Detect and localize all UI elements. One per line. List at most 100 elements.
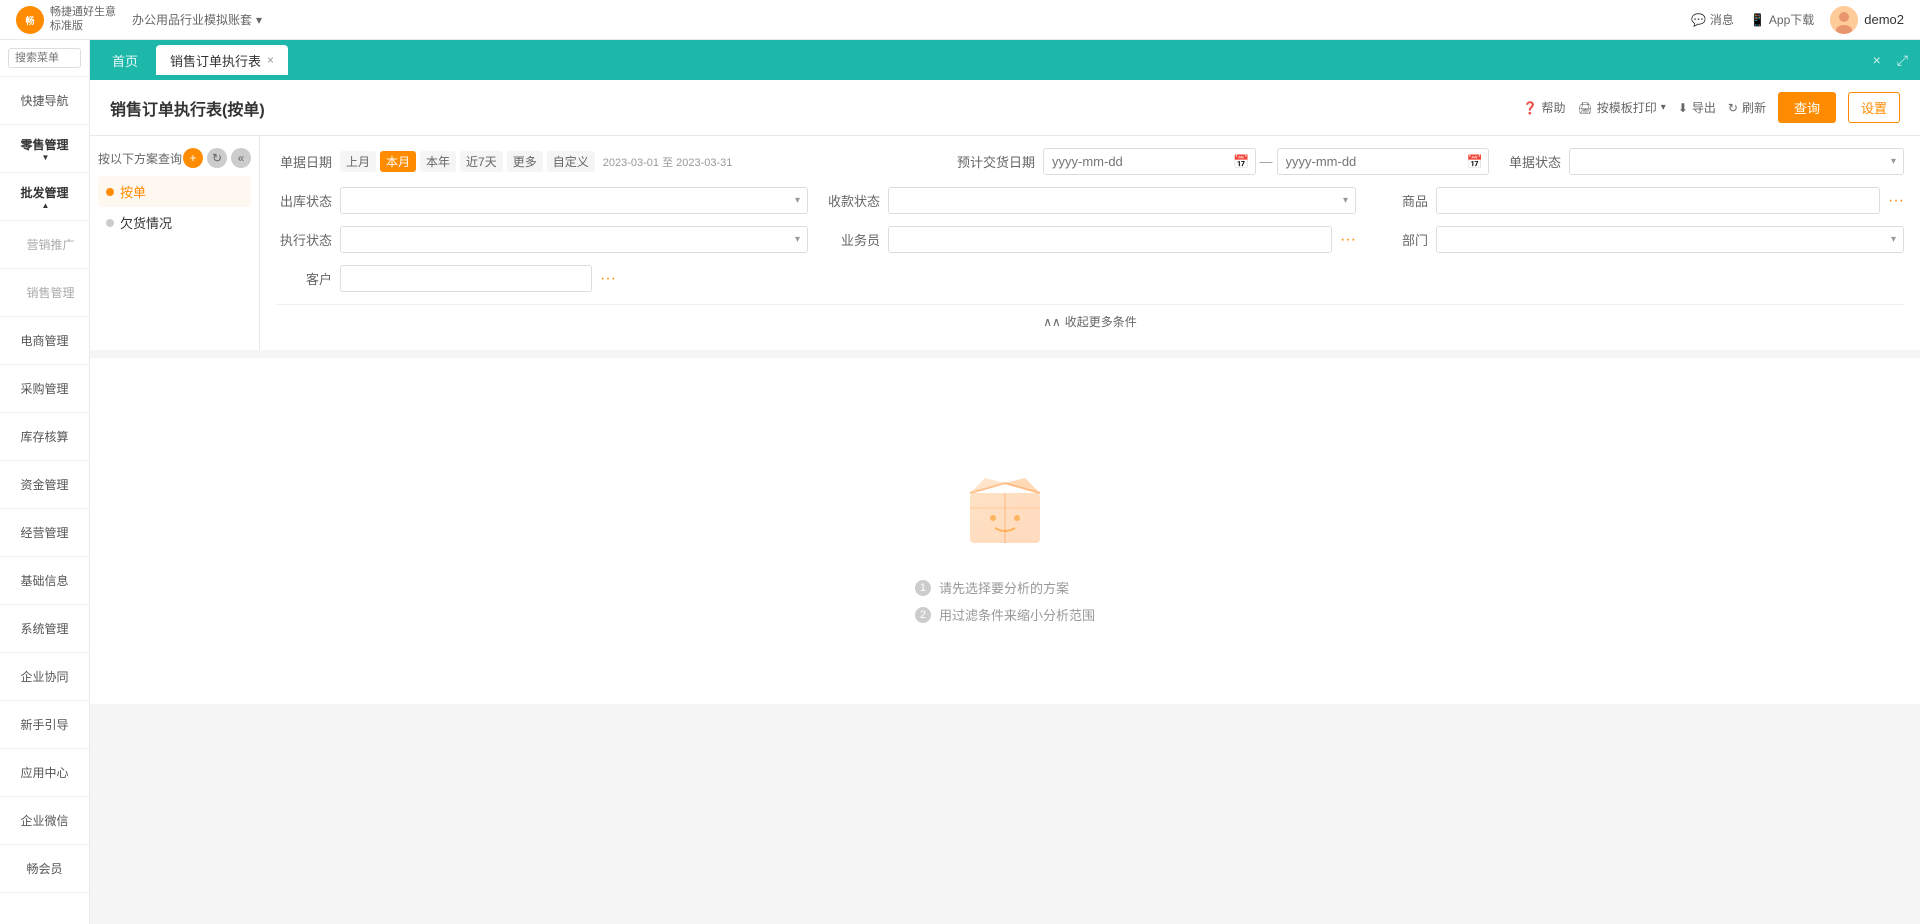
receipt-status-select[interactable]	[888, 187, 1356, 214]
expected-delivery-field: 预计交货日期 📅 — 📅	[957, 148, 1489, 175]
window-close-btn[interactable]: ×	[1869, 50, 1885, 70]
sidebar-item-label: 企业协同	[20, 668, 68, 685]
order-status-select-wrapper: ▾	[1569, 148, 1904, 175]
tab-sales-order[interactable]: 销售订单执行表 ×	[156, 45, 288, 75]
collapse-btn[interactable]: ∧∧ 收起更多条件	[276, 304, 1904, 338]
query-button[interactable]: 查询	[1778, 92, 1836, 123]
product-input[interactable]	[1436, 187, 1880, 214]
refresh-label: 刷新	[1742, 99, 1766, 116]
sidebar: 快捷导航 零售管理 批发管理 营销推广 销售管理 电商管理 采购管理 库存核算 …	[0, 40, 90, 924]
sidebar-item-enterprise[interactable]: 企业协同	[0, 653, 89, 701]
settings-button[interactable]: 设置	[1848, 92, 1900, 123]
collapse-arrow-icon: ∧∧	[1043, 315, 1061, 329]
filter-by-order[interactable]: 按单	[98, 176, 251, 207]
date-tag-custom[interactable]: 自定义	[547, 151, 595, 172]
sidebar-item-purchase[interactable]: 采购管理	[0, 365, 89, 413]
app-download-btn[interactable]: 📱 App下载	[1750, 11, 1814, 28]
help-btn[interactable]: ❓ 帮助	[1523, 99, 1566, 116]
receipt-status-label: 收款状态	[824, 191, 880, 210]
sidebar-item-ecommerce[interactable]: 电商管理	[0, 317, 89, 365]
message-btn[interactable]: 💬 消息	[1691, 11, 1734, 28]
sidebar-item-label: 销售管理	[26, 284, 74, 301]
message-label: 消息	[1710, 11, 1734, 28]
collapse-label: 收起更多条件	[1065, 313, 1137, 330]
filter-by-order-label: 按单	[120, 182, 146, 201]
breadcrumb[interactable]: 办公用品行业模拟账套 ▾	[132, 11, 262, 28]
sidebar-item-operation[interactable]: 经营管理	[0, 509, 89, 557]
department-label: 部门	[1372, 230, 1428, 249]
refresh-btn[interactable]: ↻ 刷新	[1728, 99, 1766, 116]
date-tag-this-year[interactable]: 本年	[420, 151, 456, 172]
department-select-wrapper: ▾	[1436, 226, 1904, 253]
order-status-select[interactable]	[1569, 148, 1904, 175]
date-tag-more[interactable]: 更多	[507, 151, 543, 172]
department-select[interactable]	[1436, 226, 1904, 253]
export-btn[interactable]: ⬇ 导出	[1678, 99, 1716, 116]
product-label: 商品	[1372, 191, 1428, 210]
filter-row-4: 客户 ···	[276, 265, 1904, 292]
refresh-filter-btn[interactable]: ↻	[207, 148, 227, 168]
tab-home[interactable]: 首页	[98, 45, 152, 75]
sidebar-item-label: 资金管理	[20, 476, 68, 493]
empty-tips: 1 请先选择要分析的方案 2 用过滤条件来缩小分析范围	[915, 578, 1095, 624]
date-end-input[interactable]	[1277, 148, 1490, 175]
sidebar-item-inventory[interactable]: 库存核算	[0, 413, 89, 461]
date-tags: 上月 本月 本年 近7天 更多 自定义	[340, 151, 595, 172]
page-title: 销售订单执行表(按单)	[110, 96, 265, 120]
sidebar-item-system[interactable]: 系统管理	[0, 605, 89, 653]
inactive-dot	[106, 219, 114, 227]
sidebar-item-sales[interactable]: 销售管理	[0, 269, 89, 317]
salesperson-label: 业务员	[824, 230, 880, 249]
sidebar-item-finance[interactable]: 资金管理	[0, 461, 89, 509]
sidebar-item-label: 快捷导航	[20, 92, 68, 109]
search-input[interactable]	[8, 48, 81, 68]
sidebar-item-label: 营销推广	[26, 236, 74, 253]
sidebar-item-quick-nav[interactable]: 快捷导航	[0, 77, 89, 125]
customer-field: 客户 ···	[276, 265, 616, 292]
window-expand-btn[interactable]: ⤢	[1893, 50, 1912, 71]
order-status-label: 单据状态	[1505, 152, 1561, 171]
collapse-filter-sidebar-btn[interactable]: «	[231, 148, 251, 168]
customer-more-icon[interactable]: ···	[600, 270, 616, 288]
sidebar-item-member[interactable]: 畅会员	[0, 845, 89, 893]
sidebar-item-wholesale[interactable]: 批发管理	[0, 173, 89, 221]
exec-status-select[interactable]	[340, 226, 808, 253]
salesperson-input[interactable]	[888, 226, 1332, 253]
active-dot	[106, 188, 114, 196]
sidebar-item-label: 畅会员	[26, 860, 62, 877]
message-icon: 💬	[1691, 13, 1706, 27]
sidebar-item-basic[interactable]: 基础信息	[0, 557, 89, 605]
template-print-btn[interactable]: 🖨 按模板打印 ▾	[1578, 99, 1666, 116]
sidebar-item-app-center[interactable]: 应用中心	[0, 749, 89, 797]
delivery-status-field: 出库状态 ▾	[276, 187, 808, 214]
salesperson-more-icon[interactable]: ···	[1340, 231, 1356, 249]
product-more-icon[interactable]: ···	[1888, 192, 1904, 210]
date-tag-7days[interactable]: 近7天	[460, 151, 503, 172]
date-range-wrapper: 📅 — 📅	[1043, 148, 1489, 175]
add-filter-btn[interactable]: +	[183, 148, 203, 168]
sidebar-item-marketing[interactable]: 营销推广	[0, 221, 89, 269]
sidebar-item-wechat[interactable]: 企业微信	[0, 797, 89, 845]
date-tag-last-month[interactable]: 上月	[340, 151, 376, 172]
sidebar-item-newbie[interactable]: 新手引导	[0, 701, 89, 749]
salesperson-field: 业务员 ···	[824, 226, 1356, 253]
delivery-status-select[interactable]	[340, 187, 808, 214]
customer-input[interactable]	[340, 265, 592, 292]
date-separator: —	[1260, 154, 1273, 169]
filter-sidebar-actions: + ↻ «	[183, 148, 251, 168]
date-tag-this-month[interactable]: 本月	[380, 151, 416, 172]
product-field: 商品 ···	[1372, 187, 1904, 214]
sidebar-item-label: 新手引导	[20, 716, 68, 733]
tip-number-2: 2	[915, 607, 931, 623]
svg-text:畅: 畅	[25, 15, 34, 26]
exec-status-label: 执行状态	[276, 230, 332, 249]
customer-label: 客户	[276, 269, 332, 288]
date-start-input[interactable]	[1043, 148, 1256, 175]
tab-close-icon[interactable]: ×	[267, 54, 274, 66]
exec-status-field: 执行状态 ▾	[276, 226, 808, 253]
sidebar-item-retail[interactable]: 零售管理	[0, 125, 89, 173]
filter-by-debt[interactable]: 欠货情况	[98, 207, 251, 238]
export-icon: ⬇	[1678, 101, 1688, 115]
user-avatar-area[interactable]: demo2	[1830, 6, 1904, 34]
empty-tip-2: 2 用过滤条件来缩小分析范围	[915, 605, 1095, 624]
